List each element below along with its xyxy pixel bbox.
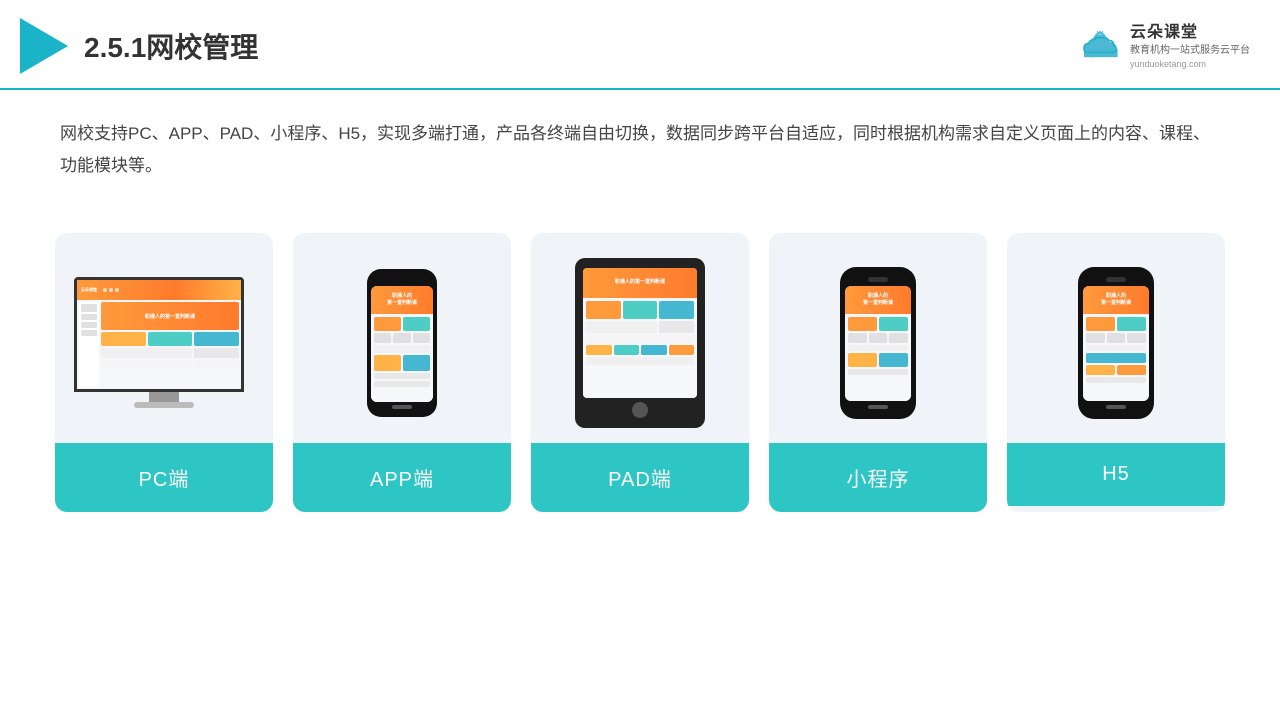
- card-miniprogram-label: 小程序: [769, 443, 987, 512]
- brand-url: yunduoketang.com: [1130, 58, 1206, 71]
- card-pad-image: 职通人的第一堂判断课: [531, 233, 749, 443]
- cards-container: 云朵课堂: [0, 193, 1280, 512]
- card-h5-image: 职通人的第一堂判断课: [1007, 233, 1225, 443]
- card-h5: 职通人的第一堂判断课: [1007, 233, 1225, 512]
- card-app-label: APP端: [293, 443, 511, 512]
- header-left: 2.5.1网校管理: [20, 18, 258, 74]
- card-pad: 职通人的第一堂判断课: [531, 233, 749, 512]
- h5-phone-icon: 职通人的第一堂判断课: [1078, 267, 1154, 419]
- miniprogram-phone-icon: 职通人的第一堂判断课: [840, 267, 916, 419]
- card-h5-label: H5: [1007, 443, 1225, 506]
- brand-name: 云朵课堂: [1130, 22, 1198, 44]
- page-title: 2.5.1网校管理: [84, 26, 258, 66]
- header: 2.5.1网校管理 云朵课堂 教育机构一站式服务云平台 yunduoketang…: [0, 0, 1280, 90]
- card-miniprogram-image: 职通人的第一堂判断课: [769, 233, 987, 443]
- card-miniprogram: 职通人的第一堂判断课: [769, 233, 987, 512]
- pad-tablet-icon: 职通人的第一堂判断课: [575, 258, 705, 428]
- card-app: 职通人的第一堂判断课: [293, 233, 511, 512]
- card-pc-image: 云朵课堂: [55, 233, 273, 443]
- description-text: 网校支持PC、APP、PAD、小程序、H5，实现多端打通，产品各终端自由切换，数…: [60, 124, 1210, 175]
- description: 网校支持PC、APP、PAD、小程序、H5，实现多端打通，产品各终端自由切换，数…: [0, 90, 1280, 183]
- header-right: 云朵课堂 教育机构一站式服务云平台 yunduoketang.com: [1076, 22, 1250, 71]
- card-app-image: 职通人的第一堂判断课: [293, 233, 511, 443]
- card-pc: 云朵课堂: [55, 233, 273, 512]
- cloud-icon: [1076, 30, 1124, 62]
- brand-slogan: 教育机构一站式服务云平台: [1130, 44, 1250, 58]
- logo-triangle-icon: [20, 18, 68, 74]
- app-phone-icon: 职通人的第一堂判断课: [367, 269, 437, 417]
- card-pc-label: PC端: [55, 443, 273, 512]
- brand-logo: 云朵课堂 教育机构一站式服务云平台 yunduoketang.com: [1076, 22, 1250, 71]
- brand-text: 云朵课堂 教育机构一站式服务云平台 yunduoketang.com: [1130, 22, 1250, 71]
- pc-monitor-icon: 云朵课堂: [74, 277, 254, 408]
- card-pad-label: PAD端: [531, 443, 749, 512]
